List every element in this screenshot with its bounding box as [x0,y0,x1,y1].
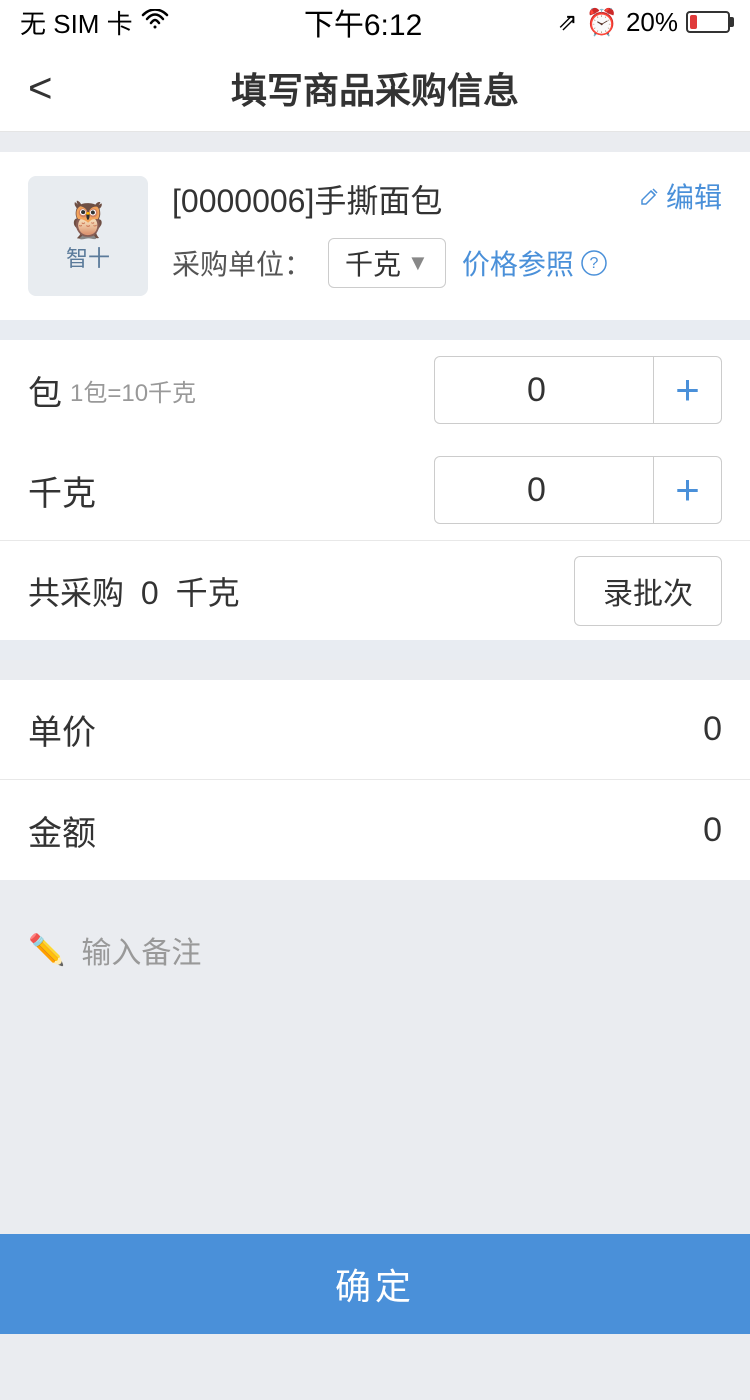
bao-sub-label: 1包=10千克 [70,373,196,408]
pencil-icon: ✏️ [28,933,65,968]
location-icon: ⇗ [557,8,577,37]
unit-select[interactable]: 千克 ▼ [328,238,446,288]
summary-text: 共采购 0 千克 [28,568,240,614]
status-bar-right: ⇗ ⏰ 20% [557,7,730,38]
unit-price-row: 单价 0 [0,680,750,780]
svg-text:?: ? [589,255,598,272]
product-name: [0000006]手撕面包 [172,176,442,222]
bao-quantity-wrapper: + [434,356,722,424]
unit-price-value: 0 [703,710,722,749]
bao-plus-button[interactable]: + [654,356,722,424]
back-button[interactable]: < [28,64,53,112]
nav-bar: < 填写商品采购信息 [0,44,750,132]
bao-quantity-input[interactable] [434,356,654,424]
kg-label: 千克 [28,466,96,515]
purchase-unit-row: 采购单位： 千克 ▼ 价格参照 ? [172,238,722,288]
edit-button[interactable]: 编辑 [638,176,722,216]
summary-row: 共采购 0 千克 录批次 [0,540,750,640]
remarks-section[interactable]: ✏️ 输入备注 [0,900,750,1000]
amount-label: 金额 [28,806,96,855]
status-bar: 无 SIM 卡 下午6:12 ⇗ ⏰ 20% [0,0,750,44]
product-image: 🦉 智十 [28,176,148,296]
price-section: 单价 0 金额 0 [0,680,750,880]
product-card: 🦉 智十 [0000006]手撕面包 编辑 采购单位： 千克 [0,152,750,320]
product-info: [0000006]手撕面包 编辑 采购单位： 千克 ▼ 价格参照 [172,176,722,288]
status-bar-left: 无 SIM 卡 [20,4,169,41]
remarks-placeholder: 输入备注 [81,928,201,972]
unit-price-label: 单价 [28,705,96,754]
divider-1 [0,320,750,340]
battery-percent: 20% [626,7,678,38]
confirm-button[interactable]: 确定 [0,1234,750,1334]
product-logo: 🦉 [66,199,111,241]
price-reference-button[interactable]: 价格参照 ? [462,243,608,283]
bao-label: 包 [28,366,62,415]
batch-button[interactable]: 录批次 [574,556,722,626]
kg-quantity-input[interactable] [434,456,654,524]
wifi-icon [141,7,169,38]
bao-input-section: 包 1包=10千克 + [0,340,750,440]
kg-plus-button[interactable]: + [654,456,722,524]
amount-row: 金额 0 [0,780,750,880]
bao-input-row: 包 1包=10千克 + [0,340,750,440]
amount-value: 0 [703,811,722,850]
status-bar-time: 下午6:12 [304,0,422,44]
kg-input-row: 千克 + [0,440,750,540]
battery-icon [686,11,730,33]
product-header: [0000006]手撕面包 编辑 [172,176,722,222]
purchase-unit-label: 采购单位： [172,243,312,283]
divider-2 [0,640,750,660]
kg-input-section: 千克 + [0,440,750,540]
kg-quantity-wrapper: + [434,456,722,524]
carrier-label: 无 SIM 卡 [20,4,133,41]
dropdown-arrow-icon: ▼ [407,250,429,276]
alarm-icon: ⏰ [586,7,618,38]
page-title: 填写商品采购信息 [231,62,519,114]
